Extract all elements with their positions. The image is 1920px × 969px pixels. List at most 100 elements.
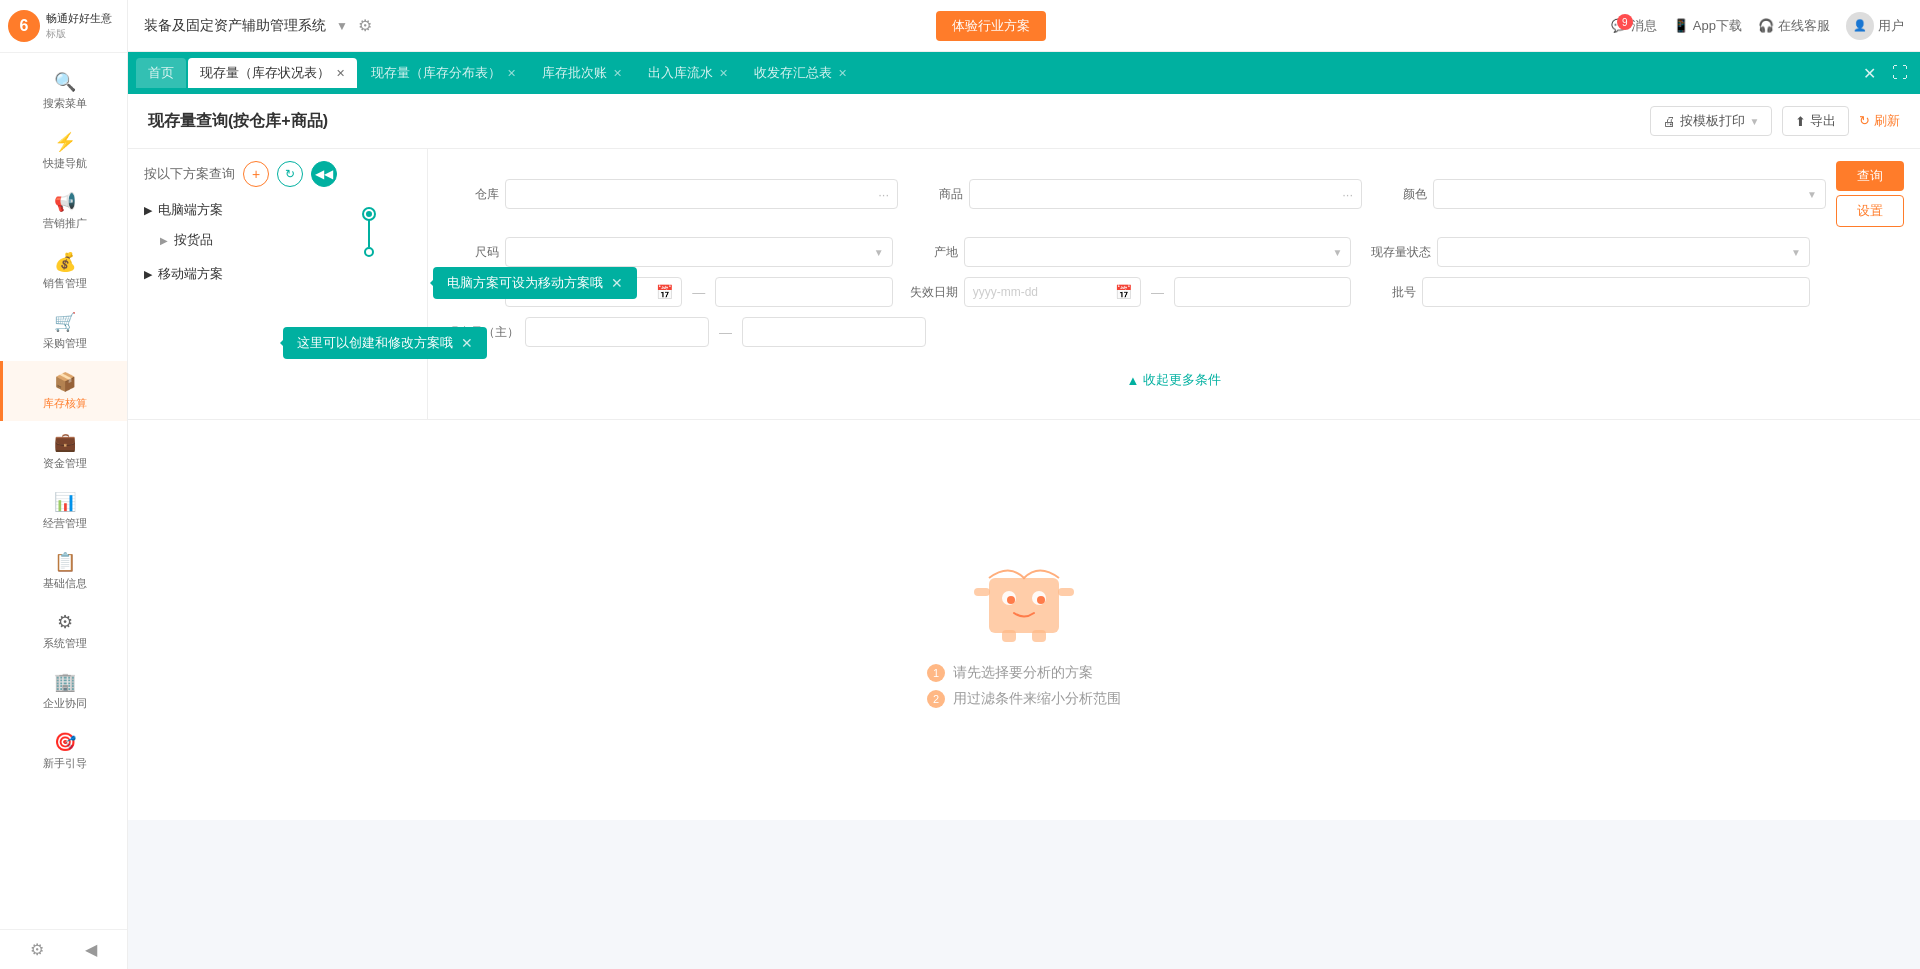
prod-date-calendar-icon[interactable]: 📅 [656,284,673,300]
operations-icon: 📊 [54,491,76,513]
user-area[interactable]: 👤 用户 [1846,12,1904,40]
sidebar-nav: 🔍 搜索菜单 ⚡ 快捷导航 📢 营销推广 💰 销售管理 🛒 采购管理 📦 库存核… [0,53,127,929]
tip-num-2: 2 [927,690,945,708]
sidebar-item-basic[interactable]: 📋 基础信息 [0,541,127,601]
sidebar-item-system[interactable]: ⚙ 系统管理 [0,601,127,661]
stock-status-filter: 现存量状态 ▼ [1361,237,1810,267]
expire-date-end[interactable] [1174,277,1351,307]
stock-status-select[interactable]: ▼ [1437,237,1810,267]
system-dropdown-icon[interactable]: ▼ [336,19,348,33]
color-select[interactable]: ▼ [1433,179,1826,209]
collapse-btn[interactable]: ▲ 收起更多条件 [444,361,1904,399]
pc-scheme-label: 电脑端方案 [158,201,223,219]
sidebar-item-label: 基础信息 [43,576,87,591]
warehouse-dots-icon[interactable]: ··· [878,187,889,202]
svg-point-4 [1037,596,1045,604]
logo-badge: 标版 [46,27,112,41]
expire-date-calendar-icon[interactable]: 📅 [1115,284,1132,300]
finance-icon: 💼 [54,431,76,453]
stock-main-start-input[interactable] [534,325,700,340]
filter-row-1: 仓库 ··· 商品 ··· [444,161,1904,227]
online-support-btn[interactable]: 🎧 在线客服 [1758,17,1830,35]
tab-recv-summary-close[interactable]: ✕ [838,67,847,80]
sidebar-item-quick[interactable]: ⚡ 快捷导航 [0,121,127,181]
sidebar-item-guide[interactable]: 🎯 新手引导 [0,721,127,781]
tab-stock-status-label: 现存量（库存状况表） [200,64,330,82]
sidebar-item-enterprise[interactable]: 🏢 企业协同 [0,661,127,721]
pc-scheme-subitem[interactable]: ▶ 按货品 [128,225,427,255]
export-icon: ⬆ [1795,114,1806,129]
tooltip-modify-close[interactable]: ✕ [461,335,473,351]
sidebar-item-label: 新手引导 [43,756,87,771]
prod-date-end[interactable] [715,277,892,307]
add-scheme-btn[interactable]: + [243,161,269,187]
logo-name: 畅通好好生意 [46,11,112,26]
sidebar-item-search[interactable]: 🔍 搜索菜单 [0,61,127,121]
refresh-scheme-btn[interactable]: ↻ [277,161,303,187]
export-btn[interactable]: ⬆ 导出 [1782,106,1849,136]
settings-footer-btn[interactable]: ⚙ [30,940,44,959]
origin-filter: 产地 ▼ [903,237,1352,267]
stock-main-filter: 现存量（主） — [444,317,926,347]
set-btn[interactable]: 设置 [1836,195,1904,227]
tab-stock-batch-close[interactable]: ✕ [613,67,622,80]
industry-btn[interactable]: 体验行业方案 [936,11,1046,41]
goods-dots-icon[interactable]: ··· [1342,187,1353,202]
expire-date-start[interactable]: yyyy-mm-dd 📅 [964,277,1141,307]
tab-stock-status[interactable]: 现存量（库存状况表） ✕ [188,58,357,88]
back-scheme-btn[interactable]: ◀◀ [311,161,337,187]
app-download-btn[interactable]: 📱 App下载 [1673,17,1742,35]
batch-text-input[interactable] [1431,285,1801,300]
user-avatar-icon: 👤 [1853,19,1867,32]
origin-label: 产地 [903,244,958,261]
empty-tip-1: 1 请先选择要分析的方案 [927,660,1121,686]
batch-input[interactable] [1422,277,1810,307]
tab-stock-dist-close[interactable]: ✕ [507,67,516,80]
connector-line [368,219,370,247]
sidebar-item-sales[interactable]: 💰 销售管理 [0,241,127,301]
pc-scheme-item[interactable]: ▶ 电脑端方案 [128,195,427,225]
goods-select[interactable]: ··· [969,179,1362,209]
refresh-btn[interactable]: ↻ 刷新 [1859,112,1900,130]
print-btn[interactable]: 🖨 按模板打印 ▼ [1650,106,1772,136]
tab-recv-summary[interactable]: 收发存汇总表 ✕ [742,58,859,88]
size-select[interactable]: ▼ [505,237,893,267]
tooltip-pc-close[interactable]: ✕ [611,275,623,291]
settings-icon[interactable]: ⚙ [358,16,372,35]
tab-stock-batch[interactable]: 库存批次账 ✕ [530,58,634,88]
tab-stock-status-close[interactable]: ✕ [336,67,345,80]
sales-icon: 💰 [54,251,76,273]
filter-row-4: 现存量（主） — [444,317,1904,347]
print-dropdown-icon: ▼ [1749,116,1759,127]
empty-state: 1 请先选择要分析的方案 2 用过滤条件来缩小分析范围 [128,468,1920,772]
sidebar-item-marketing[interactable]: 📢 营销推广 [0,181,127,241]
tab-inout-flow-close[interactable]: ✕ [719,67,728,80]
search-btn[interactable]: 查询 [1836,161,1904,191]
stock-main-end[interactable] [742,317,926,347]
tip-num-1: 1 [927,664,945,682]
filter-fields: 仓库 ··· 商品 ··· [428,149,1920,419]
mobile-scheme-item[interactable]: ▶ 移动端方案 [128,259,427,289]
sidebar-item-inventory[interactable]: 📦 库存核算 [0,361,127,421]
tab-inout-flow[interactable]: 出入库流水 ✕ [636,58,740,88]
warehouse-select[interactable]: ··· [505,179,898,209]
tooltip-modify-text: 这里可以创建和修改方案哦 [297,334,453,352]
message-btn[interactable]: 💬 9 消息 [1611,17,1657,35]
tab-fullscreen-btn[interactable]: ⛶ [1888,60,1912,86]
origin-select[interactable]: ▼ [964,237,1352,267]
filter-label: 按以下方案查询 [144,165,235,183]
tab-stock-dist[interactable]: 现存量（库存分布表） ✕ [359,58,528,88]
tab-home[interactable]: 首页 [136,58,186,88]
sidebar-item-operations[interactable]: 📊 经营管理 [0,481,127,541]
sidebar-item-finance[interactable]: 💼 资金管理 [0,421,127,481]
sidebar-item-label: 销售管理 [43,276,87,291]
tooltip-pc-text: 电脑方案可设为移动方案哦 [447,274,603,292]
stock-main-end-input[interactable] [751,325,917,340]
color-arrow-icon: ▼ [1807,189,1817,200]
tooltip-modify-scheme: 这里可以创建和修改方案哦 ✕ [283,327,487,359]
tab-stock-batch-label: 库存批次账 [542,64,607,82]
sidebar-item-purchase[interactable]: 🛒 采购管理 [0,301,127,361]
collapse-sidebar-btn[interactable]: ◀ [85,940,97,959]
stock-main-start[interactable] [525,317,709,347]
tab-close-all-btn[interactable]: ✕ [1859,60,1880,87]
